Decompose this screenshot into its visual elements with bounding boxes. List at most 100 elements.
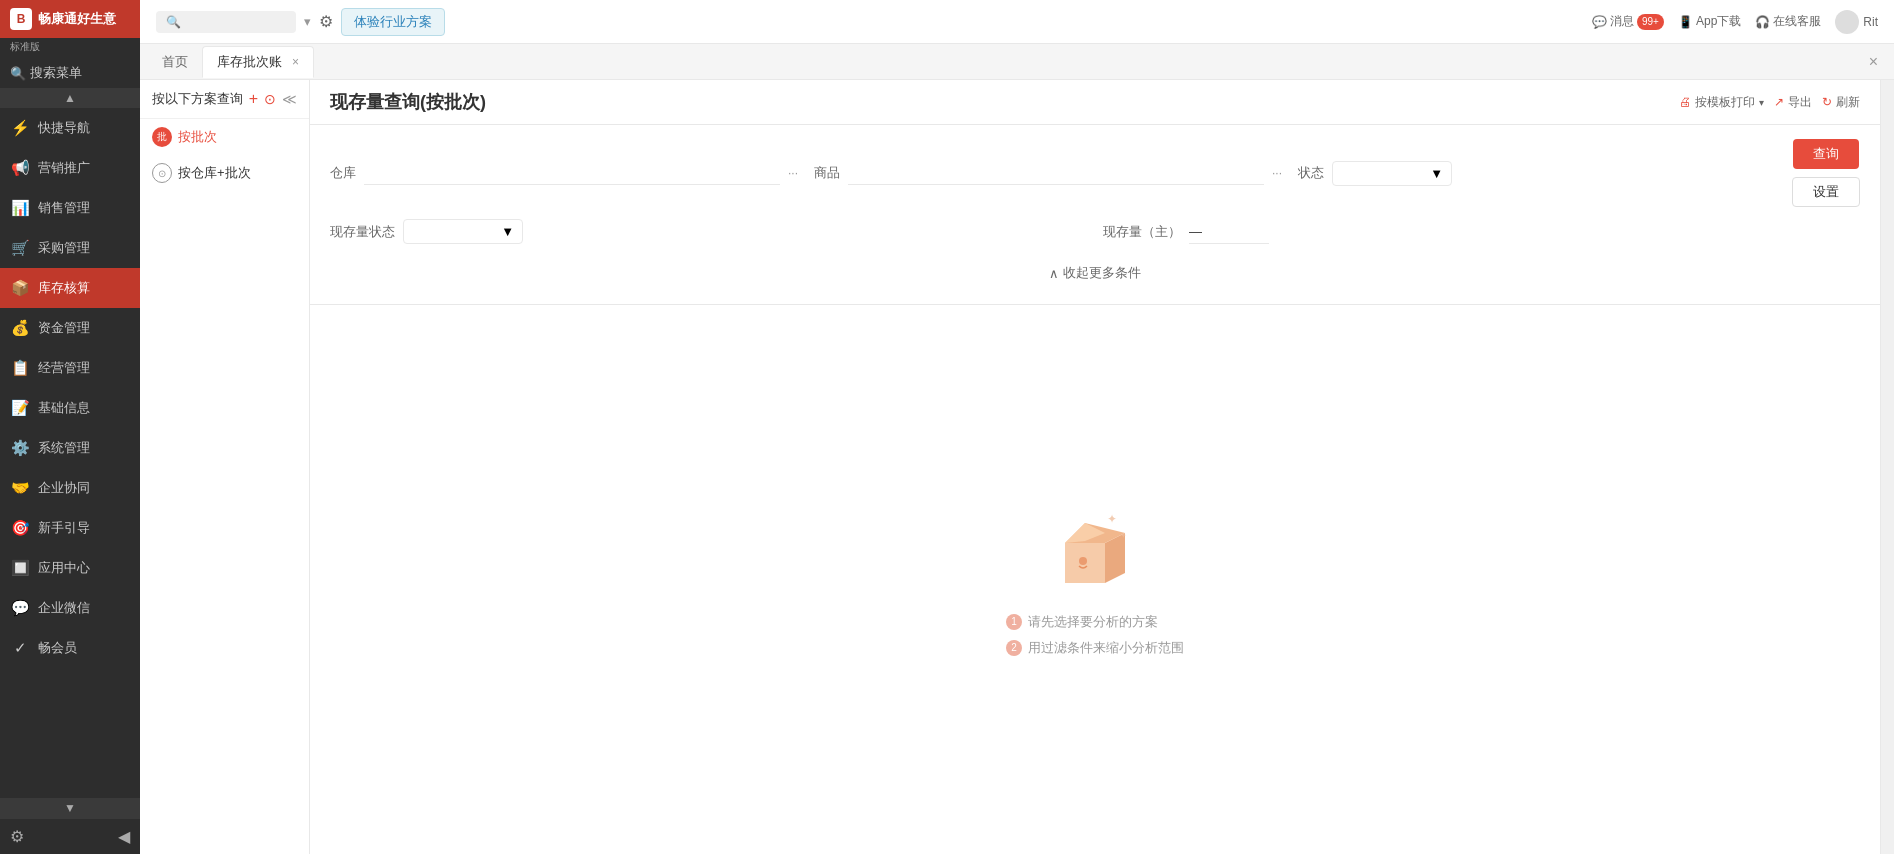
app-logo: B <box>10 8 32 30</box>
tab-inventory-batch[interactable]: 库存批次账 × <box>202 46 314 78</box>
warehouse-input[interactable] <box>364 161 780 185</box>
sidebar-item-label: 营销推广 <box>38 159 90 177</box>
sidebar-item-operations[interactable]: 📋 经营管理 <box>0 348 140 388</box>
sidebar-item-label: 应用中心 <box>38 559 90 577</box>
topbar-dropdown-icon[interactable]: ▾ <box>304 14 311 29</box>
message-btn[interactable]: 💬 消息 99+ <box>1592 13 1664 30</box>
sidebar-item-sales[interactable]: 📊 销售管理 <box>0 188 140 228</box>
empty-illustration: ✦ ✦ <box>1045 503 1145 593</box>
sidebar-item-inventory[interactable]: 📦 库存核算 <box>0 268 140 308</box>
scheme-by-batch[interactable]: 批 按批次 <box>140 119 309 155</box>
warehouse-more[interactable]: ··· <box>788 166 798 180</box>
tip-2-text: 用过滤条件来缩小分析范围 <box>1028 639 1184 657</box>
inventory-status-arrow-icon: ▼ <box>501 224 514 239</box>
topbar-right: 💬 消息 99+ 📱 App下载 🎧 在线客服 Rit <box>1592 10 1878 34</box>
user-name: Rit <box>1863 15 1878 29</box>
print-icon: 🖨 <box>1679 95 1691 109</box>
svg-text:✦: ✦ <box>1120 531 1127 540</box>
collapse-panel-icon[interactable]: ≪ <box>282 91 297 107</box>
sidebar-item-system[interactable]: ⚙️ 系统管理 <box>0 428 140 468</box>
sidebar-item-wechat[interactable]: 💬 企业微信 <box>0 588 140 628</box>
sidebar-scroll-down[interactable]: ▼ <box>0 798 140 818</box>
sidebar: B 畅康通好生意 标准版 🔍 搜索菜单 ▲ ⚡ 快捷导航 📢 营销推广 📊 销售… <box>0 0 140 854</box>
empty-tip-1: 1 请先选择要分析的方案 <box>1006 613 1184 631</box>
left-panel-title: 按以下方案查询 <box>152 90 243 108</box>
tab-close-icon[interactable]: × <box>292 55 299 69</box>
topbar-search-area[interactable]: 🔍 <box>156 11 296 33</box>
filter-area: 仓库 ··· 商品 ··· 状态 ▼ <box>310 125 1880 305</box>
avatar <box>1835 10 1859 34</box>
right-scrollbar[interactable] <box>1880 80 1894 854</box>
product-input[interactable] <box>848 161 1264 185</box>
tab-home[interactable]: 首页 <box>148 47 202 77</box>
tabbar-right: × <box>1861 53 1886 71</box>
add-scheme-icon[interactable]: + <box>249 90 258 108</box>
basic-icon: 📝 <box>10 398 30 418</box>
sidebar-item-member[interactable]: ✓ 畅会员 <box>0 628 140 668</box>
sidebar-item-finance[interactable]: 💰 资金管理 <box>0 308 140 348</box>
empty-tips: 1 请先选择要分析的方案 2 用过滤条件来缩小分析范围 <box>1006 613 1184 657</box>
print-label: 按模板打印 <box>1695 94 1755 111</box>
newbie-icon: 🎯 <box>10 518 30 538</box>
scheme-settings-icon[interactable]: ⊙ <box>264 91 276 107</box>
tip-1-num: 1 <box>1006 614 1022 630</box>
inventory-status-select[interactable]: ▼ <box>403 219 523 244</box>
tip-1-text: 请先选择要分析的方案 <box>1028 613 1158 631</box>
print-btn[interactable]: 🖨 按模板打印 ▾ <box>1679 94 1764 111</box>
export-btn[interactable]: ↗ 导出 <box>1774 94 1812 111</box>
message-badge: 99+ <box>1637 14 1664 30</box>
sidebar-item-marketing[interactable]: 📢 营销推广 <box>0 148 140 188</box>
service-label: 在线客服 <box>1773 13 1821 30</box>
warehouse-label: 仓库 <box>330 164 356 182</box>
experience-btn[interactable]: 体验行业方案 <box>341 8 445 36</box>
sidebar-search[interactable]: 🔍 搜索菜单 <box>0 58 140 88</box>
right-content: 现存量查询(按批次) 🖨 按模板打印 ▾ ↗ 导出 ↻ 刷新 <box>310 80 1880 854</box>
query-btn[interactable]: 查询 <box>1793 139 1859 169</box>
sidebar-item-newbie[interactable]: 🎯 新手引导 <box>0 508 140 548</box>
sidebar-nav: ⚡ 快捷导航 📢 营销推广 📊 销售管理 🛒 采购管理 📦 库存核算 💰 资金管… <box>0 108 140 798</box>
collapse-filters-btn[interactable]: ∧ 收起更多条件 <box>330 256 1860 290</box>
sidebar-item-apps[interactable]: 🔲 应用中心 <box>0 548 140 588</box>
filter-row-1: 仓库 ··· 商品 ··· 状态 ▼ <box>330 139 1860 207</box>
service-btn[interactable]: 🎧 在线客服 <box>1755 13 1821 30</box>
sidebar-item-enterprise[interactable]: 🤝 企业协同 <box>0 468 140 508</box>
print-dropdown-icon[interactable]: ▾ <box>1759 97 1764 108</box>
sidebar-item-purchase[interactable]: 🛒 采购管理 <box>0 228 140 268</box>
member-icon: ✓ <box>10 638 30 658</box>
scheme-by-warehouse-batch[interactable]: ⊙ 按仓库+批次 <box>140 155 309 191</box>
settings-icon[interactable]: ⚙ <box>10 827 24 846</box>
sidebar-item-label: 采购管理 <box>38 239 90 257</box>
marketing-icon: 📢 <box>10 158 30 178</box>
topbar: 🔍 ▾ ⚙ 体验行业方案 💬 消息 99+ 📱 App下载 🎧 在线客服 <box>140 0 1894 44</box>
topbar-gear-icon[interactable]: ⚙ <box>319 12 333 31</box>
inventory-icon: 📦 <box>10 278 30 298</box>
left-panel-header: 按以下方案查询 + ⊙ ≪ <box>140 80 309 119</box>
sidebar-item-label: 销售管理 <box>38 199 90 217</box>
sidebar-item-label: 系统管理 <box>38 439 90 457</box>
scheme-active-icon: 批 <box>152 127 172 147</box>
sidebar-item-quick-nav[interactable]: ⚡ 快捷导航 <box>0 108 140 148</box>
export-icon: ↗ <box>1774 95 1784 109</box>
user-menu[interactable]: Rit <box>1835 10 1878 34</box>
sidebar-scroll-up[interactable]: ▲ <box>0 88 140 108</box>
tab-bar-close-icon[interactable]: × <box>1861 53 1886 71</box>
search-label: 搜索菜单 <box>30 64 82 82</box>
svg-point-4 <box>1079 557 1087 565</box>
scheme-by-warehouse-batch-label: 按仓库+批次 <box>178 164 251 182</box>
sidebar-item-basic[interactable]: 📝 基础信息 <box>0 388 140 428</box>
collapse-sidebar-icon[interactable]: ◀ <box>118 827 130 846</box>
product-more[interactable]: ··· <box>1272 166 1282 180</box>
status-select[interactable]: ▼ <box>1332 161 1452 186</box>
refresh-btn[interactable]: ↻ 刷新 <box>1822 94 1860 111</box>
sidebar-item-label: 资金管理 <box>38 319 90 337</box>
svg-text:✦: ✦ <box>1107 512 1117 526</box>
app-download-btn[interactable]: 📱 App下载 <box>1678 13 1741 30</box>
export-label: 导出 <box>1788 94 1812 111</box>
sales-icon: 📊 <box>10 198 30 218</box>
status-filter: 状态 ▼ <box>1298 161 1766 186</box>
collapse-icon: ∧ <box>1049 266 1059 281</box>
sidebar-item-label: 企业协同 <box>38 479 90 497</box>
refresh-icon: ↻ <box>1822 95 1832 109</box>
apps-icon: 🔲 <box>10 558 30 578</box>
settings-btn[interactable]: 设置 <box>1792 177 1860 207</box>
